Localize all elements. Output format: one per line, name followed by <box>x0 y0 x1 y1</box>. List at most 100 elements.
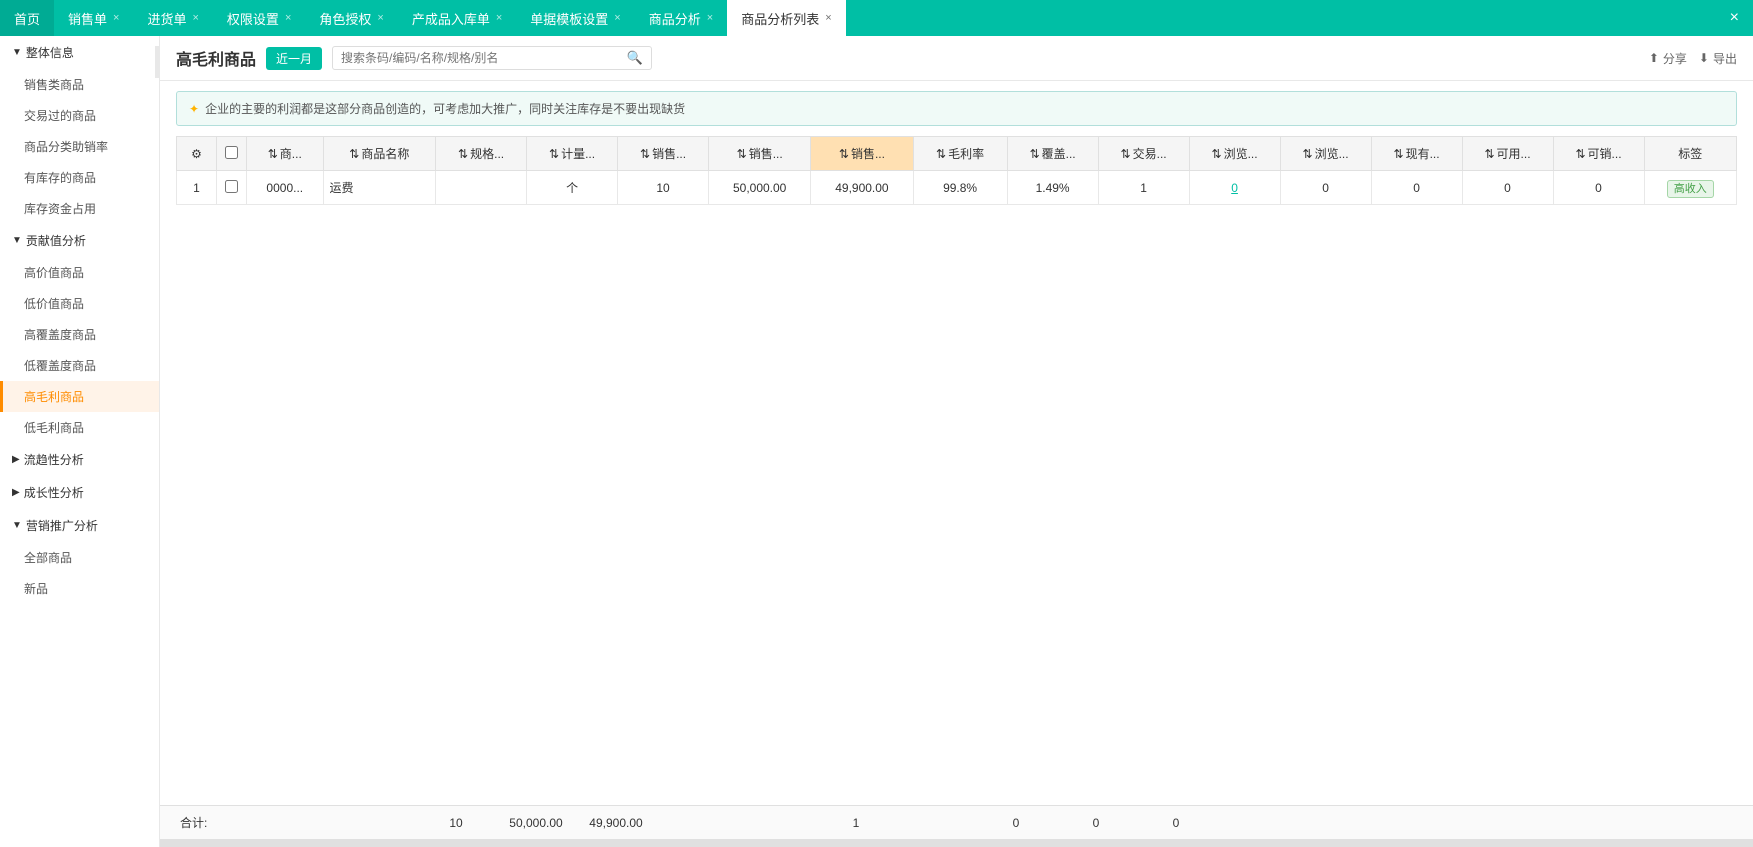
sidebar-item-in-stock[interactable]: 有库存的商品 <box>0 162 159 193</box>
col-sellable-sort-icon: ⇅ <box>1575 147 1585 161</box>
nav-sales[interactable]: 销售单 × <box>54 0 133 36</box>
sidebar-item-low-margin[interactable]: 低毛利商品 <box>0 412 159 443</box>
info-banner: ✦ 企业的主要的利润都是这部分商品创造的，可考虑加大推广，同时关注库存是不要出现… <box>176 91 1737 126</box>
horizontal-scrollbar[interactable] <box>160 839 1753 847</box>
sidebar-item-high-value[interactable]: 高价值商品 <box>0 257 159 288</box>
group-growth-arrow: ▶ <box>12 487 20 498</box>
cell-code: 0000... <box>247 171 324 205</box>
cell-name: 运费 <box>323 171 436 205</box>
footer-transaction: 1 <box>816 816 896 830</box>
search-icon[interactable]: 🔍 <box>627 50 643 66</box>
info-icon: ✦ <box>189 102 199 116</box>
col-gross-rate: ⇅ 毛利率 <box>913 137 1007 171</box>
sidebar-item-category-rate[interactable]: 商品分类助销率 <box>0 131 159 162</box>
nav-product-analysis[interactable]: 商品分析 × <box>635 0 727 36</box>
cell-sellable: 0 <box>1553 171 1644 205</box>
search-input[interactable] <box>341 51 627 65</box>
sidebar-item-traded-goods[interactable]: 交易过的商品 <box>0 100 159 131</box>
nav-permission-close[interactable]: × <box>285 12 291 24</box>
sidebar-item-new-goods[interactable]: 新品 <box>0 573 159 604</box>
export-btn[interactable]: ⬇ 导出 <box>1699 50 1737 67</box>
col-gross-sort-icon: ⇅ <box>936 147 946 161</box>
footer-sales3: 49,900.00 <box>576 816 656 830</box>
col-coverage-sort-icon: ⇅ <box>1030 147 1040 161</box>
cell-index: 1 <box>177 171 217 205</box>
cell-sales3: 49,900.00 <box>811 171 913 205</box>
content-area: 高毛利商品 近一月 🔍 ⬆ 分享 ⬇ 导出 ✦ 企业的主要的利润都是这部分商品创… <box>160 36 1753 847</box>
table-container[interactable]: ⚙ ⇅ 商... ⇅ <box>160 136 1753 805</box>
sidebar-group-marketing[interactable]: ▼ 营销推广分析 <box>0 509 159 542</box>
sidebar-item-all-goods[interactable]: 全部商品 <box>0 542 159 573</box>
share-btn[interactable]: ⬆ 分享 <box>1649 50 1687 67</box>
col-tag: 标签 <box>1644 137 1737 171</box>
footer-current: 0 <box>1056 816 1136 830</box>
nav-purchase-close[interactable]: × <box>192 12 198 24</box>
col-transaction-sort-icon: ⇅ <box>1121 147 1131 161</box>
footer-available: 0 <box>1136 816 1216 830</box>
cell-browse1[interactable]: 0 <box>1189 171 1280 205</box>
share-icon: ⬆ <box>1649 51 1659 65</box>
col-unit: ⇅ 计量... <box>527 137 618 171</box>
col-available: ⇅ 可用... <box>1462 137 1553 171</box>
col-browse1: ⇅ 浏览... <box>1189 137 1280 171</box>
main-layout: « ▼ 整体信息 销售类商品 交易过的商品 商品分类助销率 有库存的商品 库存资… <box>0 36 1753 847</box>
col-current: ⇅ 现有... <box>1371 137 1462 171</box>
sidebar-item-high-coverage[interactable]: 高覆盖度商品 <box>0 319 159 350</box>
col-sales1-sort-icon: ⇅ <box>640 147 650 161</box>
col-sellable: ⇅ 可销... <box>1553 137 1644 171</box>
sidebar-collapse-btn[interactable]: « <box>155 46 160 78</box>
footer-total: 合计: 10 50,000.00 49,900.00 1 0 0 0 <box>160 805 1753 839</box>
footer-label: 合计: <box>176 814 416 831</box>
sidebar-group-growth[interactable]: ▶ 成长性分析 <box>0 476 159 509</box>
col-browse2: ⇅ 浏览... <box>1280 137 1371 171</box>
group-contribution-arrow: ▼ <box>12 235 22 246</box>
sidebar-item-sales-goods[interactable]: 销售类商品 <box>0 69 159 100</box>
sidebar-group-contribution[interactable]: ▼ 贡献值分析 <box>0 224 159 257</box>
nav-template[interactable]: 单据模板设置 × <box>516 0 634 36</box>
nav-purchase[interactable]: 进货单 × <box>133 0 212 36</box>
col-sales3: ⇅ 销售... <box>811 137 913 171</box>
nav-product-analysis-list[interactable]: 商品分析列表 × <box>727 0 845 36</box>
sidebar-group-trend[interactable]: ▶ 流趋性分析 <box>0 443 159 476</box>
col-coverage: ⇅ 覆盖... <box>1007 137 1098 171</box>
cell-transaction: 1 <box>1098 171 1189 205</box>
settings-icon[interactable]: ⚙ <box>191 147 202 161</box>
row-checkbox[interactable] <box>225 180 238 193</box>
nav-sales-close[interactable]: × <box>113 12 119 24</box>
cell-tag: 高收入 <box>1644 171 1737 205</box>
cell-coverage: 1.49% <box>1007 171 1098 205</box>
sidebar-item-high-margin[interactable]: 高毛利商品 <box>0 381 159 412</box>
close-all-btn[interactable]: × <box>1716 0 1753 36</box>
col-current-sort-icon: ⇅ <box>1394 147 1404 161</box>
cell-unit: 个 <box>527 171 618 205</box>
col-available-sort-icon: ⇅ <box>1484 147 1494 161</box>
col-sort-icon: ⇅ <box>268 147 278 161</box>
footer-sales1: 10 <box>416 816 496 830</box>
col-browse1-sort-icon: ⇅ <box>1212 147 1222 161</box>
sidebar-item-low-coverage[interactable]: 低覆盖度商品 <box>0 350 159 381</box>
top-navigation: 首页 销售单 × 进货单 × 权限设置 × 角色授权 × 产成品入库单 × 单据… <box>0 0 1753 36</box>
cell-current: 0 <box>1371 171 1462 205</box>
cell-spec <box>436 171 527 205</box>
select-all-checkbox[interactable] <box>225 146 238 159</box>
col-code: ⇅ 商... <box>247 137 324 171</box>
nav-product-analysis-list-close[interactable]: × <box>825 12 831 24</box>
col-sales2: ⇅ 销售... <box>709 137 811 171</box>
sidebar-item-low-value[interactable]: 低价值商品 <box>0 288 159 319</box>
nav-product-analysis-close[interactable]: × <box>707 12 713 24</box>
group-trend-arrow: ▶ <box>12 454 20 465</box>
col-name-sort-icon: ⇅ <box>349 147 359 161</box>
nav-role-close[interactable]: × <box>377 12 383 24</box>
nav-home[interactable]: 首页 <box>0 0 54 36</box>
sidebar-group-overall[interactable]: ▼ 整体信息 <box>0 36 159 69</box>
nav-template-close[interactable]: × <box>614 12 620 24</box>
nav-permission[interactable]: 权限设置 × <box>213 0 305 36</box>
nav-product-inbound[interactable]: 产成品入库单 × <box>398 0 516 36</box>
nav-role[interactable]: 角色授权 × <box>305 0 397 36</box>
nav-product-inbound-close[interactable]: × <box>496 12 502 24</box>
col-unit-sort-icon: ⇅ <box>549 147 559 161</box>
sidebar: « ▼ 整体信息 销售类商品 交易过的商品 商品分类助销率 有库存的商品 库存资… <box>0 36 160 847</box>
sidebar-item-stock-capital[interactable]: 库存资金占用 <box>0 193 159 224</box>
period-btn[interactable]: 近一月 <box>266 47 322 70</box>
col-sales3-sort-icon: ⇅ <box>839 147 849 161</box>
